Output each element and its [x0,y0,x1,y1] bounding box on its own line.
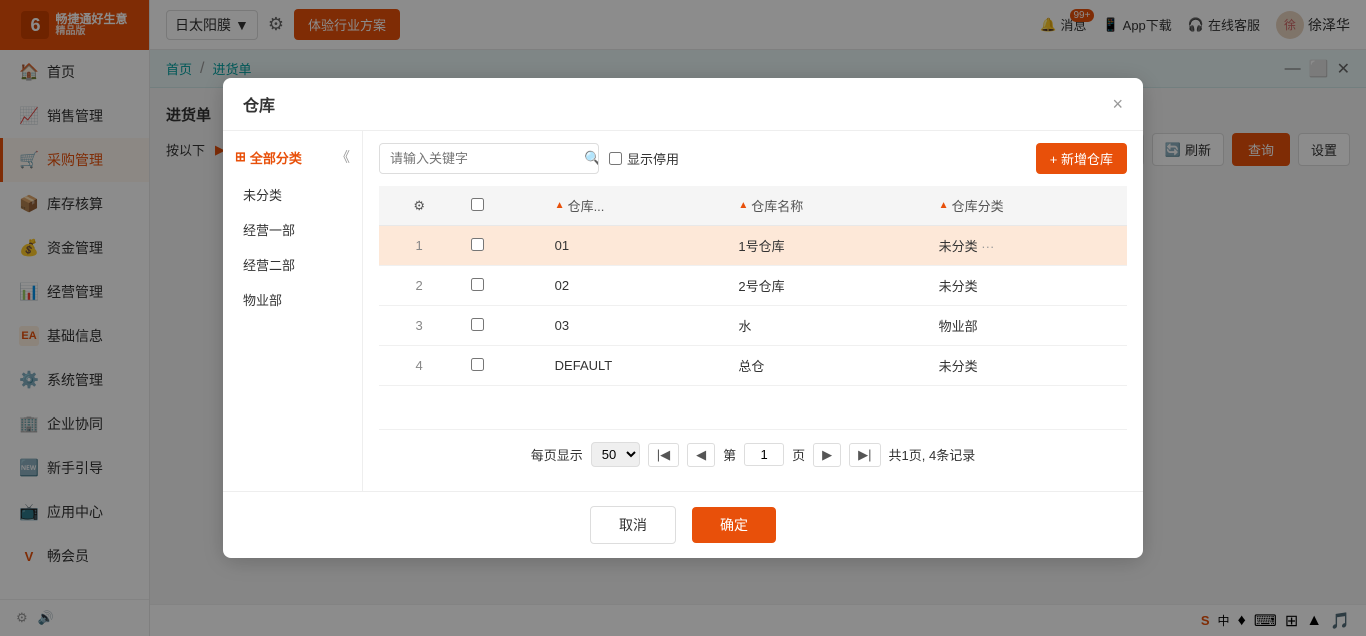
sort-icon: ▲ [555,200,565,211]
disabled-checkbox[interactable] [609,152,622,165]
last-page-button[interactable]: ▶| [849,443,880,467]
row-name: 1号仓库 [726,226,926,266]
search-input[interactable] [380,145,576,172]
category-header: ⊞ 全部分类 《 [223,141,362,177]
modal-title: 仓库 [243,92,275,116]
category-item-property[interactable]: 物业部 [223,282,362,317]
category-title: 全部分类 [250,148,302,167]
prev-page-button[interactable]: ◀ [687,443,715,467]
row-name: 水 [726,306,926,346]
col-code[interactable]: ▲ 仓库... [543,186,727,226]
category-collapse-button[interactable]: 《 [336,147,350,167]
row-code: 03 [543,306,727,346]
row-checkbox[interactable] [459,306,542,346]
row-checkbox[interactable] [459,266,542,306]
row-code: 02 [543,266,727,306]
total-records: 共1页, 4条记录 [889,445,976,464]
sort-name-icon: ▲ [738,200,748,211]
show-disabled-checkbox[interactable]: 显示停用 [609,149,679,168]
row-checkbox[interactable] [459,226,542,266]
row-category: 未分类 [927,346,1127,386]
row-num: 2 [379,266,459,306]
col-checkbox [459,186,542,226]
search-box: 🔍 [379,143,599,174]
search-button[interactable]: 🔍 [576,144,599,173]
sort-code[interactable]: ▲ 仓库... [555,196,715,215]
sort-cat-icon: ▲ [939,200,949,211]
page-content: 进货单 按以下 ▶ 批 🖨 打印 📤 导出 🔄 刷新 [150,88,1366,604]
main-area: 日太阳膜 ▼ ⚙ 体验行业方案 🔔 消息 99+ 📱 App下载 🎧 在线客服 … [150,0,1366,636]
grid-icon: ⊞ [235,149,246,165]
page-suffix: 页 [792,445,805,464]
row-category: 未分类 ··· [927,226,1127,266]
first-page-button[interactable]: |◀ [648,443,679,467]
row-category: 未分类 [927,266,1127,306]
confirm-button[interactable]: 确定 [692,507,776,543]
category-item-unclassified[interactable]: 未分类 [223,177,362,212]
modal-body: ⊞ 全部分类 《 未分类 经营一部 经营二部 物业部 [223,131,1143,491]
modal-close-button[interactable]: × [1112,94,1123,115]
row-code: DEFAULT [543,346,727,386]
col-name[interactable]: ▲ 仓库名称 [726,186,926,226]
per-page-select[interactable]: 50 [591,442,640,467]
category-sidebar: ⊞ 全部分类 《 未分类 经营一部 经营二部 物业部 [223,131,363,491]
category-item-ops1[interactable]: 经营一部 [223,212,362,247]
row-num: 1 [379,226,459,266]
row-name: 2号仓库 [726,266,926,306]
table-row[interactable]: 4 DEFAULT 总仓 未分类 [379,346,1127,386]
modal-toolbar: 🔍 显示停用 + 新增仓库 [379,143,1127,174]
action-dots[interactable]: ··· [981,239,994,254]
row-num: 3 [379,306,459,346]
row-category: 物业部 [927,306,1127,346]
gear-col-icon: ⚙ [413,198,425,213]
table-container: ⚙ ▲ 仓库... [379,186,1127,421]
sort-category[interactable]: ▲ 仓库分类 [939,196,1115,215]
row-num: 4 [379,346,459,386]
per-page-label: 每页显示 [531,445,583,464]
row-checkbox[interactable] [459,346,542,386]
table-row[interactable]: 1 01 1号仓库 未分类 ··· [379,226,1127,266]
modal-overlay: 仓库 × ⊞ 全部分类 《 未分类 [150,88,1366,604]
add-warehouse-button[interactable]: + 新增仓库 [1036,143,1127,174]
table-row[interactable]: 2 02 2号仓库 未分类 [379,266,1127,306]
page-label: 第 [723,445,736,464]
modal-footer: 取消 确定 [223,491,1143,558]
warehouse-modal: 仓库 × ⊞ 全部分类 《 未分类 [223,88,1143,558]
page-input[interactable] [744,443,784,466]
show-disabled-label: 显示停用 [627,149,679,168]
category-item-ops2[interactable]: 经营二部 [223,247,362,282]
cancel-button[interactable]: 取消 [590,506,676,544]
modal-main: 🔍 显示停用 + 新增仓库 [363,131,1143,491]
warehouse-table: ⚙ ▲ 仓库... [379,186,1127,386]
modal-header: 仓库 × [223,88,1143,131]
select-all-checkbox[interactable] [471,198,484,211]
table-row[interactable]: 3 03 水 物业部 [379,306,1127,346]
next-page-button[interactable]: ▶ [813,443,841,467]
col-settings: ⚙ [379,186,459,226]
sort-name[interactable]: ▲ 仓库名称 [738,196,914,215]
pagination: 每页显示 50 |◀ ◀ 第 页 ▶ ▶| 共1页, 4条记录 [379,429,1127,479]
row-code: 01 [543,226,727,266]
col-category[interactable]: ▲ 仓库分类 [927,186,1127,226]
row-name: 总仓 [726,346,926,386]
